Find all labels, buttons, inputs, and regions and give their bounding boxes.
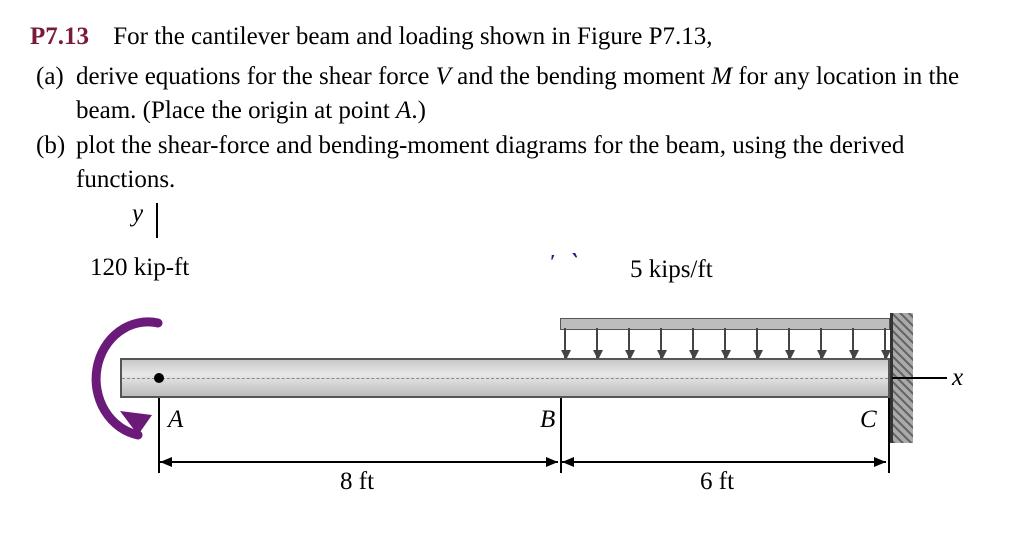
y-axis-label: y	[132, 197, 143, 231]
part-a: (a) derive equations for the shear force…	[36, 60, 994, 128]
part-b-text: plot the shear-force and bending-moment …	[76, 129, 994, 197]
dim-BC-value: 6 ft	[700, 465, 734, 499]
var-M: M	[711, 63, 732, 90]
problem-parts: (a) derive equations for the shear force…	[36, 60, 994, 197]
load-arrow-icon	[820, 328, 822, 358]
part-b-label: (b)	[36, 129, 76, 197]
problem-header: P7.13 For the cantilever beam and loadin…	[30, 20, 994, 54]
beam	[120, 358, 890, 398]
x-axis-line	[892, 377, 947, 379]
annotation-scribble: ′ ‵	[550, 249, 583, 276]
point-B-label: B	[540, 403, 555, 437]
var-V: V	[436, 63, 451, 90]
var-A: A	[396, 97, 411, 124]
dist-load-value: 5 kips/ft	[630, 253, 713, 287]
dim-line-BC	[562, 461, 886, 463]
dim-tick	[888, 398, 890, 473]
part-a-text: derive equations for the shear force V a…	[76, 60, 994, 128]
distributed-load	[560, 318, 890, 358]
load-arrow-icon	[628, 328, 630, 358]
part-a-label: (a)	[36, 60, 76, 128]
moment-value: 120 kip-ft	[90, 251, 189, 285]
load-arrow-icon	[660, 328, 662, 358]
load-arrow-icon	[692, 328, 694, 358]
point-A-label: A	[168, 403, 183, 437]
figure: y 120 kip-ft 5 kips/ft ′ ‵ x A B C	[60, 203, 960, 503]
y-axis	[156, 203, 158, 238]
load-arrow-icon	[596, 328, 598, 358]
load-arrow-icon	[852, 328, 854, 358]
problem-number: P7.13	[30, 23, 89, 50]
load-arrow-icon	[564, 328, 566, 358]
load-arrow-icon	[788, 328, 790, 358]
load-arrow-icon	[724, 328, 726, 358]
part-b: (b) plot the shear-force and bending-mom…	[36, 129, 994, 197]
x-axis-label: x	[952, 361, 963, 395]
dim-line-AB	[160, 461, 558, 463]
problem-intro: For the cantilever beam and loading show…	[113, 23, 712, 50]
dim-AB-value: 8 ft	[340, 465, 374, 499]
point-C-label: C	[860, 403, 877, 437]
load-arrow-icon	[756, 328, 758, 358]
load-arrow-icon	[884, 328, 886, 358]
